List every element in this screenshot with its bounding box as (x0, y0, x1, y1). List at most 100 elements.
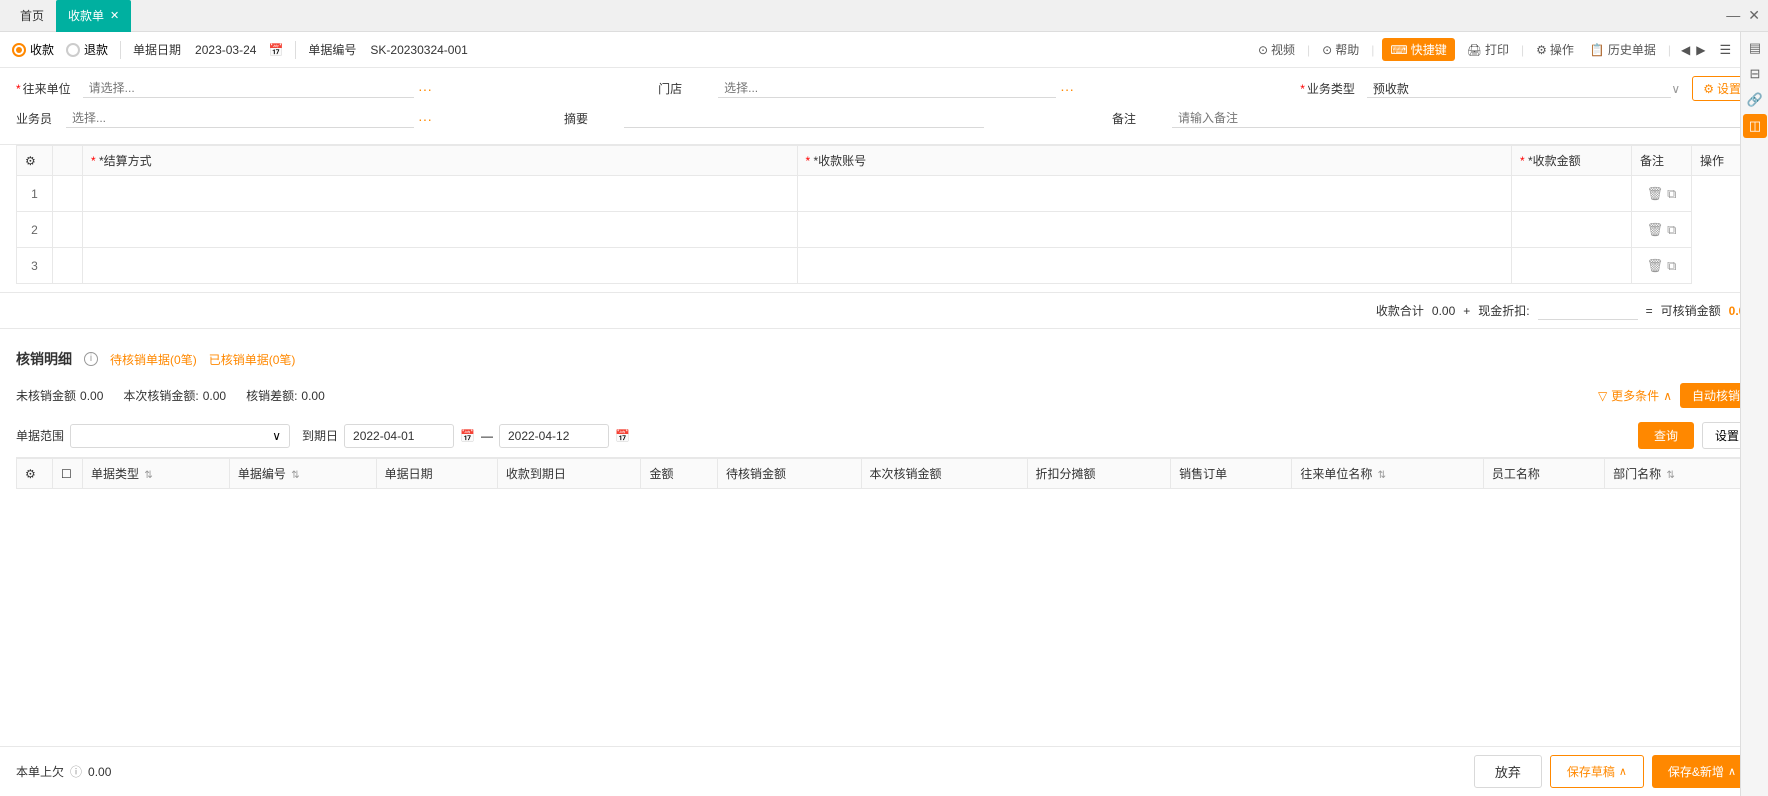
tab-home[interactable]: 首页 (8, 0, 56, 32)
sidebar-table-icon[interactable]: ▤ (1743, 36, 1767, 60)
account-input-2[interactable] (83, 212, 797, 247)
shortcut-button[interactable]: ⌨ 快捷键 (1382, 38, 1454, 61)
receipt-radio[interactable]: 收款 (12, 41, 54, 58)
date-field: 单据日期 2023-03-24 📅 (133, 41, 283, 58)
tab-receipt[interactable]: 收款单 ✕ (56, 0, 131, 32)
account-input-3[interactable] (83, 248, 797, 283)
pending-count: 0笔 (174, 353, 193, 367)
salesman-input[interactable] (66, 109, 414, 128)
amount-cell (797, 212, 1512, 248)
calendar-icon[interactable]: 📅 (268, 43, 283, 57)
help-label: 帮助 (1335, 41, 1359, 58)
date-to-input[interactable] (499, 424, 609, 448)
amount-input-2[interactable] (798, 212, 1512, 247)
due-date-th-label: 收款到期日 (506, 467, 566, 481)
query-button[interactable]: 查询 (1638, 422, 1694, 449)
sidebar-link-icon[interactable]: 🔗 (1743, 88, 1767, 112)
save-new-button[interactable]: 保存&新增 ∧ (1652, 755, 1752, 788)
shortcut-icon: ⌨ (1390, 43, 1407, 57)
list-view-icon[interactable]: ☰ (1715, 40, 1735, 60)
delete-row-icon-1[interactable]: 🗑 (1647, 186, 1664, 202)
table-row: 1 🗑 ⧉ (17, 176, 1752, 212)
counterpart-sort-icon[interactable]: ⇅ (1378, 470, 1386, 481)
remark-label: 备注 (1640, 154, 1664, 168)
history-icon: 📋 (1590, 43, 1605, 57)
history-button[interactable]: 📋 历史单据 (1586, 39, 1660, 60)
remark-input-2[interactable] (1512, 212, 1631, 247)
counterpart-input[interactable] (83, 79, 414, 98)
account-input-1[interactable] (83, 176, 797, 211)
calendar-to-icon[interactable]: 📅 (615, 429, 630, 443)
current-stat: 本次核销金额: 0.00 (123, 387, 226, 404)
refund-radio[interactable]: 退款 (66, 41, 108, 58)
print-button[interactable]: 🖨 打印 (1463, 39, 1513, 60)
delete-row-icon-3[interactable]: 🗑 (1647, 258, 1664, 274)
bottom-gear-header[interactable]: ⚙ (17, 459, 53, 489)
store-label: 门店 (658, 80, 718, 97)
more-conditions-btn[interactable]: ▽ 更多条件 ∧ (1598, 387, 1672, 404)
save-draft-button[interactable]: 保存草稿 ∧ (1550, 755, 1644, 788)
tab-close-icon[interactable]: ✕ (110, 9, 119, 22)
table-gear-header[interactable]: ⚙ (17, 146, 53, 176)
account-cell (83, 248, 798, 284)
store-input[interactable] (718, 79, 1056, 98)
dept-sort-icon[interactable]: ⇅ (1666, 470, 1674, 481)
operation-button[interactable]: ⚙ 操作 (1532, 39, 1578, 60)
remark-input-3[interactable] (1512, 248, 1631, 283)
store-more-btn[interactable]: ··· (1056, 81, 1078, 97)
range-select[interactable]: ∨ (70, 424, 290, 448)
delete-row-icon-2[interactable]: 🗑 (1647, 222, 1664, 238)
salesman-more-btn[interactable]: ··· (414, 111, 436, 127)
video-button[interactable]: ⊙ 视频 (1254, 39, 1299, 60)
help-icon: ⊙ (1322, 43, 1332, 57)
sidebar-frame-icon[interactable]: ◫ (1743, 114, 1767, 138)
number-sort-icon[interactable]: ⇅ (291, 470, 299, 481)
prev-arrow[interactable]: ◀ (1679, 41, 1692, 59)
equals-label: = (1646, 304, 1653, 318)
copy-row-icon-2[interactable]: ⧉ (1667, 222, 1676, 238)
abandon-button[interactable]: 放弃 (1474, 755, 1542, 788)
business-type-input[interactable] (1367, 79, 1672, 98)
next-arrow[interactable]: ▶ (1694, 41, 1707, 59)
business-type-dropdown-icon[interactable]: ∨ (1671, 82, 1680, 96)
unverified-label: 未核销金额 (16, 387, 76, 404)
settle-input-2[interactable] (53, 212, 82, 247)
date-label: 单据日期 (385, 467, 433, 481)
pending-tab[interactable]: 待核销单据(0笔) (110, 351, 197, 368)
receipt-label: 收款 (30, 41, 54, 58)
remark-input-1[interactable] (1512, 176, 1631, 211)
bottom-checkbox-header[interactable]: ☐ (53, 459, 83, 489)
footer-info-label: 本单上欠 (16, 763, 64, 780)
discount-input[interactable] (1538, 301, 1638, 320)
notes-field: 备注 (1112, 109, 1752, 128)
notes-input[interactable] (1172, 109, 1752, 128)
settle-input-3[interactable] (53, 248, 82, 283)
done-tab[interactable]: 已核销单据(0笔) (209, 351, 296, 368)
summary-input[interactable] (624, 109, 984, 128)
chevron-up-icon: ∧ (1663, 389, 1672, 403)
verify-info-icon[interactable]: i (84, 352, 98, 366)
type-sort-icon[interactable]: ⇅ (144, 470, 152, 481)
settle-label: *结算方式 (99, 154, 152, 168)
amount-cell (797, 176, 1512, 212)
copy-row-icon-1[interactable]: ⧉ (1667, 186, 1676, 202)
help-button[interactable]: ⊙ 帮助 (1318, 39, 1363, 60)
footer-info-icon[interactable]: ⓘ (70, 763, 82, 780)
toolbar-right: ⊙ 视频 | ⊙ 帮助 | ⌨ 快捷键 🖨 打印 | ⚙ 操作 (1254, 38, 1756, 61)
current-th-label: 本次核销金额 (870, 467, 942, 481)
amount-input-3[interactable] (798, 248, 1512, 283)
amount-input-1[interactable] (798, 176, 1512, 211)
counterpart-more-btn[interactable]: ··· (414, 81, 436, 97)
date-from-input[interactable] (344, 424, 454, 448)
receipt-type-group: 收款 退款 (12, 41, 108, 58)
date-value[interactable]: 2023-03-24 (195, 43, 256, 57)
refund-radio-dot (66, 43, 80, 57)
copy-row-icon-3[interactable]: ⧉ (1667, 258, 1676, 274)
close-button[interactable]: ✕ (1748, 7, 1760, 24)
settle-input-1[interactable] (53, 176, 82, 211)
minimize-button[interactable]: — (1726, 7, 1740, 24)
calendar-from-icon[interactable]: 📅 (460, 429, 475, 443)
amount-label: *收款金额 (1528, 154, 1581, 168)
settle-header: * *结算方式 (83, 146, 798, 176)
sidebar-doc-icon[interactable]: ⊟ (1743, 62, 1767, 86)
